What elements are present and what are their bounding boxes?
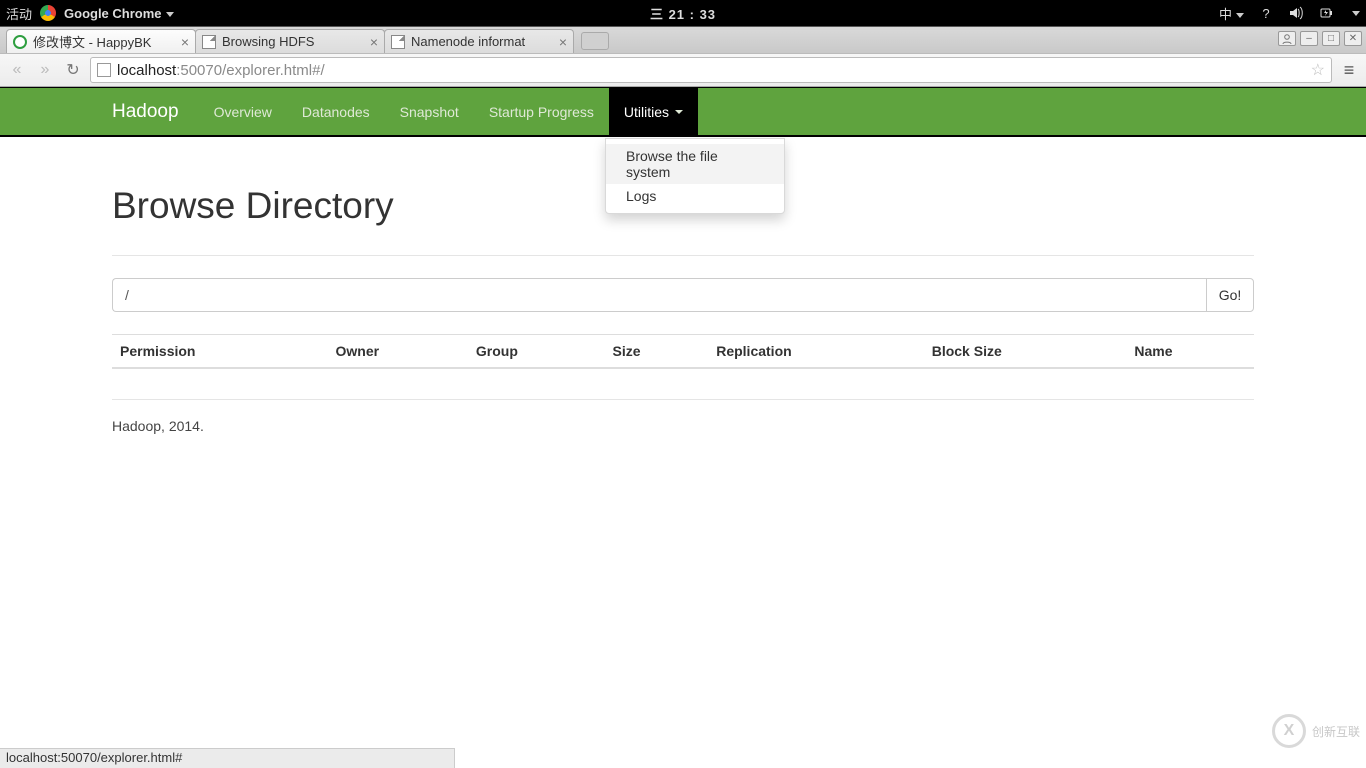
app-navbar: Hadoop Overview Datanodes Snapshot Start…	[0, 87, 1366, 137]
brand[interactable]: Hadoop	[112, 88, 199, 135]
watermark: X 创新互联	[1272, 714, 1360, 748]
activities-label[interactable]: 活动	[6, 4, 32, 23]
col-owner: Owner	[328, 335, 468, 369]
bookmark-star-icon[interactable]: ☆	[1311, 60, 1325, 80]
status-bar: localhost:50070/explorer.html#	[0, 748, 455, 768]
volume-icon[interactable]	[1288, 5, 1304, 21]
page-content: Browse Directory Go! Permission Owner Gr…	[0, 185, 1366, 434]
watermark-text: 创新互联	[1312, 723, 1360, 740]
favicon-icon	[202, 35, 216, 49]
active-app-name-text: Google Chrome	[64, 6, 162, 21]
back-button[interactable]: «	[6, 59, 28, 81]
close-icon[interactable]: ×	[370, 34, 378, 50]
new-tab-button[interactable]	[581, 32, 609, 50]
col-group: Group	[468, 335, 605, 369]
dropdown-item-browse-fs[interactable]: Browse the file system	[606, 144, 784, 184]
browser-menu-button[interactable]: ≡	[1338, 60, 1360, 81]
go-button[interactable]: Go!	[1206, 278, 1254, 312]
reload-button[interactable]: ↻	[62, 59, 84, 81]
close-icon[interactable]: ×	[559, 34, 567, 50]
page-icon	[97, 63, 111, 77]
chevron-down-icon	[1352, 11, 1360, 16]
col-size: Size	[605, 335, 709, 369]
browser-tab[interactable]: Namenode informat ×	[384, 29, 574, 53]
battery-icon[interactable]	[1318, 5, 1334, 21]
footer-text: Hadoop, 2014.	[112, 418, 1254, 434]
utilities-dropdown: Browse the file system Logs	[605, 138, 785, 214]
nav-snapshot[interactable]: Snapshot	[385, 88, 474, 135]
favicon-icon	[391, 35, 405, 49]
minimize-button[interactable]: –	[1300, 31, 1318, 46]
chrome-icon	[40, 5, 56, 21]
active-app-name[interactable]: Google Chrome	[64, 6, 174, 21]
chevron-down-icon	[166, 12, 174, 17]
ime-indicator[interactable]: 中	[1219, 4, 1244, 23]
nav-datanodes[interactable]: Datanodes	[287, 88, 385, 135]
dropdown-item-logs[interactable]: Logs	[606, 184, 784, 208]
tab-title: Browsing HDFS	[222, 34, 366, 49]
help-icon[interactable]: ?	[1258, 5, 1274, 21]
chevron-down-icon	[1236, 13, 1244, 18]
favicon-icon	[13, 35, 27, 49]
nav-utilities-label: Utilities	[624, 104, 669, 120]
tab-title: Namenode informat	[411, 34, 555, 49]
col-block-size: Block Size	[924, 335, 1127, 369]
nav-overview[interactable]: Overview	[199, 88, 287, 135]
directory-table: Permission Owner Group Size Replication …	[112, 334, 1254, 369]
clock[interactable]: 三 21 : 33	[650, 4, 716, 23]
browser-tab[interactable]: 修改博文 - HappyBK ×	[6, 29, 196, 53]
close-button[interactable]: ✕	[1344, 31, 1362, 46]
address-bar[interactable]: localhost:50070/explorer.html#/ ☆	[90, 57, 1332, 83]
divider	[112, 399, 1254, 400]
nav-startup-progress[interactable]: Startup Progress	[474, 88, 609, 135]
browser-toolbar: « » ↻ localhost:50070/explorer.html#/ ☆ …	[0, 53, 1366, 87]
browser-tab[interactable]: Browsing HDFS ×	[195, 29, 385, 53]
maximize-button[interactable]: □	[1322, 31, 1340, 46]
browser-tab-strip: 修改博文 - HappyBK × Browsing HDFS × Namenod…	[0, 26, 1366, 53]
url-text: localhost:50070/explorer.html#/	[117, 62, 325, 79]
divider	[112, 255, 1254, 256]
nav-utilities[interactable]: Utilities	[609, 88, 698, 135]
path-input[interactable]	[112, 278, 1206, 312]
forward-button[interactable]: »	[34, 59, 56, 81]
user-icon[interactable]	[1278, 31, 1296, 46]
col-permission: Permission	[112, 335, 328, 369]
close-icon[interactable]: ×	[181, 34, 189, 50]
os-top-bar: 活动 Google Chrome 三 21 : 33 中 ?	[0, 0, 1366, 26]
watermark-logo: X	[1272, 714, 1306, 748]
path-input-group: Go!	[112, 278, 1254, 312]
col-replication: Replication	[708, 335, 924, 369]
col-name: Name	[1126, 335, 1254, 369]
caret-down-icon	[675, 110, 683, 114]
tab-title: 修改博文 - HappyBK	[33, 32, 177, 51]
window-controls: – □ ✕	[1278, 31, 1362, 46]
